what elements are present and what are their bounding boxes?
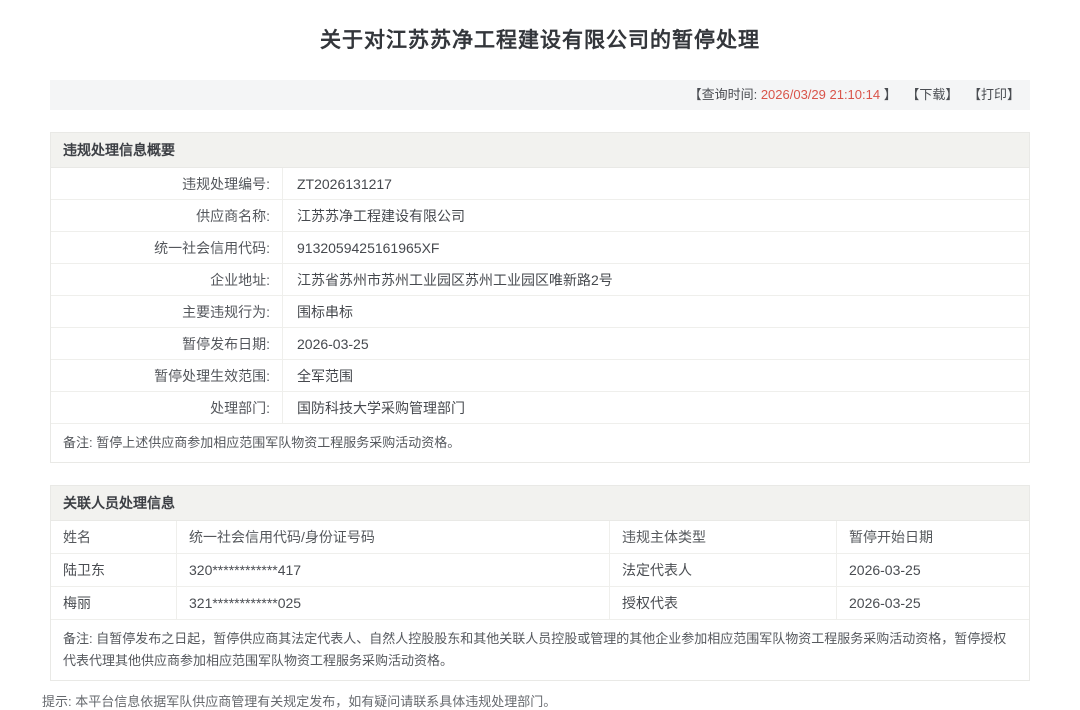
personnel-header-row: 姓名 统一社会信用代码/身份证号码 违规主体类型 暂停开始日期 xyxy=(51,521,1029,554)
row-value: 江苏省苏州市苏州工业园区苏州工业园区唯新路2号 xyxy=(283,264,613,296)
table-row: 暂停发布日期: 2026-03-25 xyxy=(51,328,1029,360)
table-row: 违规处理编号: ZT2026131217 xyxy=(51,168,1029,200)
query-time-close: 】 xyxy=(880,87,897,102)
query-time-label: 【查询时间: xyxy=(689,87,761,102)
table-row: 陆卫东 320************417 法定代表人 2026-03-25 xyxy=(51,554,1029,587)
cell-date: 2026-03-25 xyxy=(837,587,1029,619)
column-header-code: 统一社会信用代码/身份证号码 xyxy=(177,521,610,553)
column-header-date: 暂停开始日期 xyxy=(837,521,1029,553)
row-label: 处理部门: xyxy=(51,392,283,423)
summary-section: 违规处理信息概要 违规处理编号: ZT2026131217 供应商名称: 江苏苏… xyxy=(50,132,1030,463)
table-row: 主要违规行为: 围标串标 xyxy=(51,296,1029,328)
row-label: 供应商名称: xyxy=(51,200,283,231)
cell-code: 320************417 xyxy=(177,554,610,586)
row-label: 违规处理编号: xyxy=(51,168,283,199)
page-container: 关于对江苏苏净工程建设有限公司的暂停处理 【查询时间: 2026/03/29 2… xyxy=(50,0,1030,710)
table-row: 梅丽 321************025 授权代表 2026-03-25 xyxy=(51,587,1029,620)
column-header-type: 违规主体类型 xyxy=(610,521,837,553)
row-value: 江苏苏净工程建设有限公司 xyxy=(283,200,465,232)
row-label: 主要违规行为: xyxy=(51,296,283,327)
personnel-section: 关联人员处理信息 姓名 统一社会信用代码/身份证号码 违规主体类型 暂停开始日期… xyxy=(50,485,1030,681)
cell-code: 321************025 xyxy=(177,587,610,619)
summary-section-header: 违规处理信息概要 xyxy=(51,133,1029,168)
table-row: 处理部门: 国防科技大学采购管理部门 xyxy=(51,392,1029,424)
table-row: 统一社会信用代码: 9132059425161965XF xyxy=(51,232,1029,264)
row-label: 统一社会信用代码: xyxy=(51,232,283,263)
row-value: 2026-03-25 xyxy=(283,328,369,360)
page-title: 关于对江苏苏净工程建设有限公司的暂停处理 xyxy=(50,0,1030,54)
row-value: 9132059425161965XF xyxy=(283,232,439,264)
row-value: 国防科技大学采购管理部门 xyxy=(283,392,465,424)
row-label: 暂停发布日期: xyxy=(51,328,283,359)
toolbar: 【查询时间: 2026/03/29 21:10:14 】 【下载】 【打印】 xyxy=(50,80,1030,110)
cell-type: 法定代表人 xyxy=(610,554,837,586)
cell-date: 2026-03-25 xyxy=(837,554,1029,586)
platform-hint: 提示: 本平台信息依据军队供应商管理有关规定发布，如有疑问请联系具体违规处理部门… xyxy=(42,691,1030,710)
cell-type: 授权代表 xyxy=(610,587,837,619)
query-time-value: 2026/03/29 21:10:14 xyxy=(761,87,880,102)
table-row: 暂停处理生效范围: 全军范围 xyxy=(51,360,1029,392)
cell-name: 陆卫东 xyxy=(51,554,177,586)
table-row: 供应商名称: 江苏苏净工程建设有限公司 xyxy=(51,200,1029,232)
personnel-note: 备注: 自暂停发布之日起，暂停供应商其法定代表人、自然人控股股东和其他关联人员控… xyxy=(51,620,1029,680)
row-value: ZT2026131217 xyxy=(283,168,392,200)
cell-name: 梅丽 xyxy=(51,587,177,619)
summary-note: 备注: 暂停上述供应商参加相应范围军队物资工程服务采购活动资格。 xyxy=(51,424,1029,462)
row-label: 企业地址: xyxy=(51,264,283,295)
download-button[interactable]: 【下载】 xyxy=(906,87,958,102)
row-value: 全军范围 xyxy=(283,360,353,392)
column-header-name: 姓名 xyxy=(51,521,177,553)
personnel-section-header: 关联人员处理信息 xyxy=(51,486,1029,521)
print-button[interactable]: 【打印】 xyxy=(968,87,1020,102)
table-row: 企业地址: 江苏省苏州市苏州工业园区苏州工业园区唯新路2号 xyxy=(51,264,1029,296)
row-value: 围标串标 xyxy=(283,296,353,328)
row-label: 暂停处理生效范围: xyxy=(51,360,283,391)
